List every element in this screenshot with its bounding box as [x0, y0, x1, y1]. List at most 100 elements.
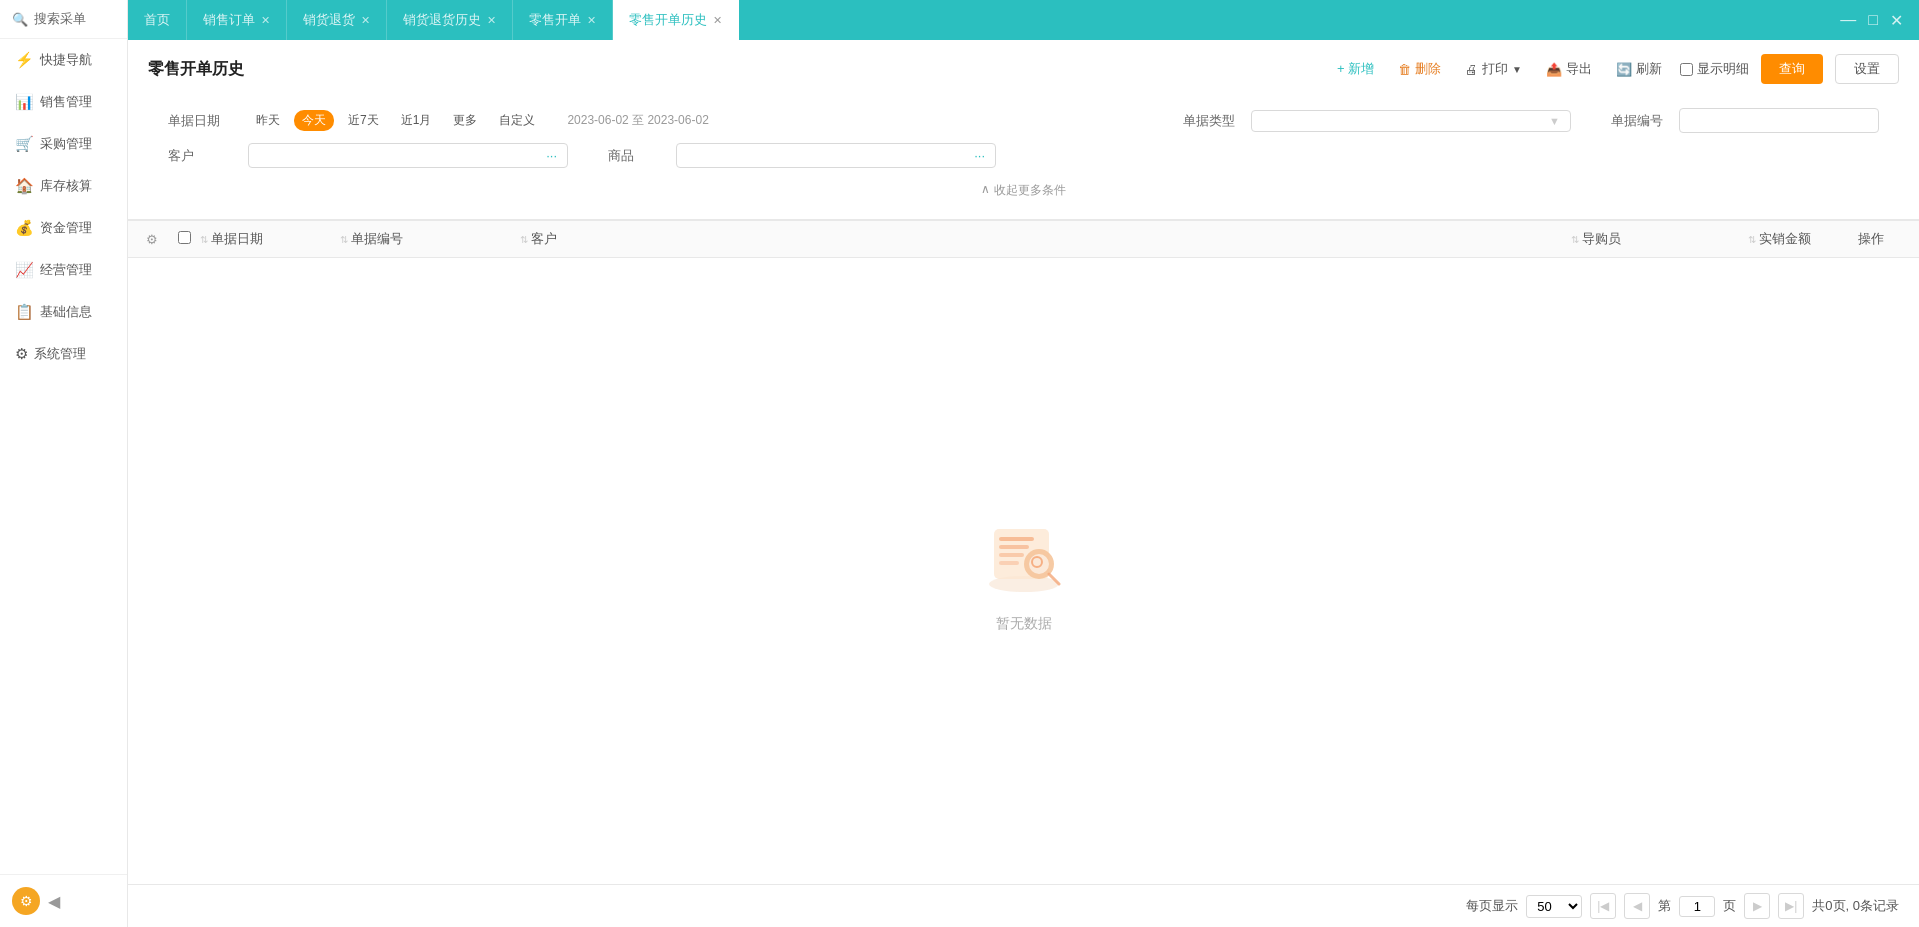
tab-sales-return[interactable]: 销货退货✕: [287, 0, 387, 40]
minimize-button[interactable]: —: [1840, 11, 1856, 29]
print-chevron-icon: ▼: [1512, 64, 1522, 75]
col-bill-sort-icon: ⇅: [340, 234, 348, 245]
sidebar-label-sales-mgmt: 销售管理: [40, 93, 92, 111]
delete-icon: 🗑: [1398, 62, 1411, 77]
type-select[interactable]: ▼: [1251, 110, 1571, 132]
tab-close-sales-return-history[interactable]: ✕: [487, 14, 496, 27]
col-op: 操作: [1831, 230, 1911, 248]
sidebar-label-basic-info: 基础信息: [40, 303, 92, 321]
tab-close-retail-open-history[interactable]: ✕: [713, 14, 722, 27]
col-bill-no[interactable]: ⇅ 单据编号: [340, 230, 520, 248]
col-customer[interactable]: ⇅ 客户: [520, 230, 1571, 248]
col-date[interactable]: ⇅ 单据日期: [200, 230, 340, 248]
print-icon: 🖨: [1465, 62, 1478, 77]
date-pill-自定义[interactable]: 自定义: [491, 110, 543, 131]
date-pills: 昨天今天近7天近1月更多自定义: [248, 110, 543, 131]
date-pill-今天[interactable]: 今天: [294, 110, 334, 131]
maximize-button[interactable]: □: [1868, 11, 1878, 29]
bill-no-input[interactable]: [1679, 108, 1879, 133]
pagination: 每页显示 50 100 200 |◀ ◀ 第 页 ▶ ▶| 共0页, 0条记录: [128, 884, 1919, 927]
last-page-button[interactable]: ▶|: [1778, 893, 1804, 919]
sidebar-item-sales-mgmt[interactable]: 📊销售管理: [0, 81, 127, 123]
tab-close-sales-return[interactable]: ✕: [361, 14, 370, 27]
empty-text: 暂无数据: [996, 615, 1052, 633]
customer-select[interactable]: ···: [248, 143, 568, 168]
goods-select[interactable]: ···: [676, 143, 996, 168]
toolbar: + 新增 🗑 删除 🖨 打印 ▼ 📤 导出: [1331, 54, 1899, 84]
window-controls: — □ ✕: [1824, 0, 1919, 40]
tab-sales-order[interactable]: 销售订单 ✕: [187, 0, 287, 40]
sidebar-label-finance: 资金管理: [40, 219, 92, 237]
tab-sales-return-history[interactable]: 销货退货历史✕: [387, 0, 513, 40]
empty-icon: [974, 509, 1074, 599]
col-guide[interactable]: ⇅ 导购员: [1571, 230, 1691, 248]
collapse-filters-button[interactable]: ∧ 收起更多条件: [168, 178, 1879, 207]
sidebar-item-purchase-mgmt[interactable]: 🛒 采购管理: [0, 123, 127, 165]
sidebar-label-purchase-mgmt: 采购管理: [40, 135, 92, 153]
show-detail-input[interactable]: [1680, 63, 1693, 76]
date-pill-近1月[interactable]: 近1月: [393, 110, 440, 131]
table-select-all[interactable]: [168, 231, 200, 247]
export-button[interactable]: 📤 导出: [1540, 56, 1598, 82]
show-detail-checkbox[interactable]: 显示明细: [1680, 60, 1749, 78]
page-size-select[interactable]: 50 100 200: [1526, 895, 1582, 918]
filter-row-2: 客户 ··· 商品 ···: [168, 143, 1879, 168]
sidebar-search[interactable]: 🔍 搜索采单: [0, 0, 127, 39]
col-sort-icon: ⇅: [200, 234, 208, 245]
select-all-checkbox[interactable]: [178, 231, 191, 244]
first-page-button[interactable]: |◀: [1590, 893, 1616, 919]
col-customer-label: 客户: [531, 230, 557, 248]
col-customer-sort-icon: ⇅: [520, 234, 528, 245]
table-settings-icon[interactable]: ⚙: [136, 232, 168, 247]
type-filter-label: 单据类型: [1183, 112, 1243, 130]
tab-home[interactable]: 首页: [128, 0, 187, 40]
next-page-button[interactable]: ▶: [1744, 893, 1770, 919]
tab-close-sales-order[interactable]: ✕: [261, 14, 270, 27]
tab-close-retail-open[interactable]: ✕: [587, 14, 596, 27]
total-info: 共0页, 0条记录: [1812, 897, 1899, 915]
sidebar-item-inventory[interactable]: 🏠库存核算: [0, 165, 127, 207]
sidebar-bottom: ⚙ ◀: [0, 874, 127, 927]
print-label: 打印: [1482, 60, 1508, 78]
table-header: ⚙ ⇅ 单据日期 ⇅ 单据编号 ⇅ 客户 ⇅ 导购员: [128, 220, 1919, 258]
close-window-button[interactable]: ✕: [1890, 11, 1903, 30]
page-title-row: 零售开单历史 + 新增 🗑 删除 🖨 打印 ▼ 📤: [148, 54, 1899, 84]
sidebar-item-quick-nav[interactable]: ⚡ 快捷导航: [0, 39, 127, 81]
sidebar-item-operation[interactable]: 📈经营管理: [0, 249, 127, 291]
collapse-label: 收起更多条件: [994, 182, 1066, 199]
sidebar-icon-quick-nav: ⚡: [15, 51, 34, 69]
col-amount-sort-icon: ⇅: [1748, 234, 1756, 245]
svg-rect-3: [999, 545, 1029, 549]
query-button[interactable]: 查询: [1761, 54, 1823, 84]
tab-retail-open[interactable]: 零售开单✕: [513, 0, 613, 40]
tab-retail-open-history[interactable]: 零售开单历史✕: [613, 0, 739, 40]
refresh-icon: 🔄: [1616, 62, 1632, 77]
page-number-input[interactable]: [1679, 896, 1715, 917]
sidebar-label-inventory: 库存核算: [40, 177, 92, 195]
sidebar-item-sys-mgmt[interactable]: ⚙系统管理: [0, 333, 127, 375]
svg-rect-4: [999, 553, 1024, 557]
collapse-sidebar-button[interactable]: ◀: [48, 892, 60, 911]
filter-settings-button[interactable]: 设置: [1835, 54, 1899, 84]
add-button[interactable]: + 新增: [1331, 56, 1380, 82]
date-pill-更多[interactable]: 更多: [445, 110, 485, 131]
col-amount[interactable]: ⇅ 实销金额: [1691, 230, 1811, 248]
refresh-button[interactable]: 🔄 刷新: [1610, 56, 1668, 82]
sidebar-item-basic-info[interactable]: 📋基础信息: [0, 291, 127, 333]
export-icon: 📤: [1546, 62, 1562, 77]
prev-page-button[interactable]: ◀: [1624, 893, 1650, 919]
customer-dots[interactable]: ···: [546, 148, 557, 163]
customer-label: 客户: [168, 147, 228, 165]
settings-gear-button[interactable]: ⚙: [12, 887, 40, 915]
sidebar-label-quick-nav: 快捷导航: [40, 51, 92, 69]
print-button[interactable]: 🖨 打印 ▼: [1459, 56, 1528, 82]
tab-label-home: 首页: [144, 11, 170, 29]
tab-label-sales-order: 销售订单: [203, 11, 255, 29]
date-pill-昨天[interactable]: 昨天: [248, 110, 288, 131]
sidebar-item-finance[interactable]: 💰资金管理: [0, 207, 127, 249]
sidebar-icon-purchase-mgmt: 🛒: [15, 135, 34, 153]
page-unit: 页: [1723, 897, 1736, 915]
goods-dots[interactable]: ···: [974, 148, 985, 163]
date-pill-近7天[interactable]: 近7天: [340, 110, 387, 131]
delete-button[interactable]: 🗑 删除: [1392, 56, 1447, 82]
